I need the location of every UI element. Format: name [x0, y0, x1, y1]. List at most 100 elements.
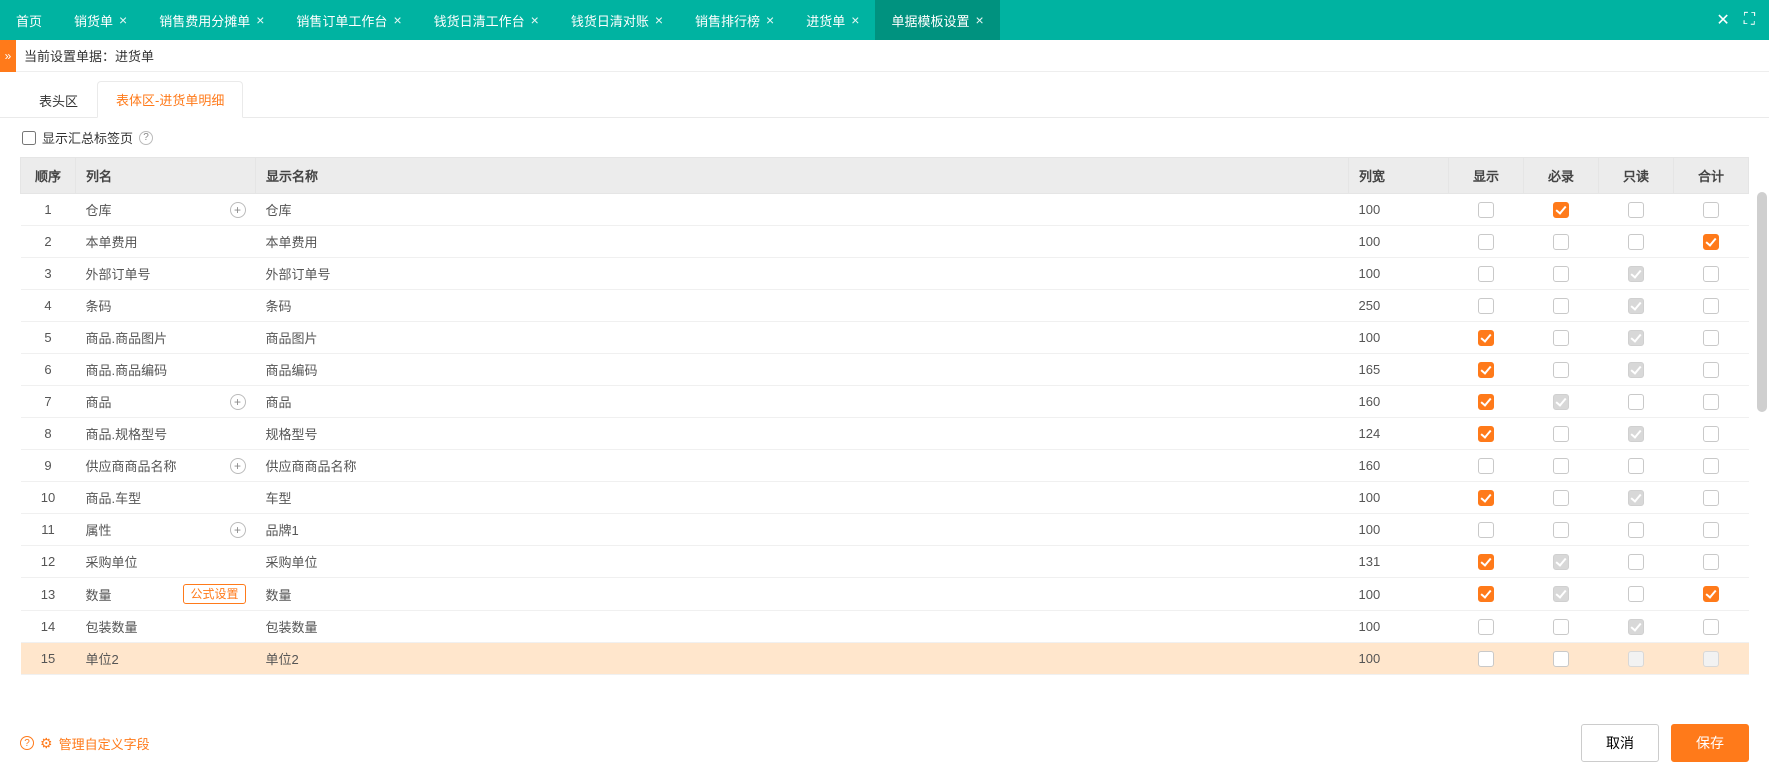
grid-checkbox[interactable]	[1478, 426, 1494, 442]
grid-checkbox[interactable]	[1553, 458, 1569, 474]
show-summary-checkbox[interactable]	[22, 131, 36, 145]
sub-tab-0[interactable]: 表头区	[20, 82, 97, 118]
grid-checkbox[interactable]	[1478, 266, 1494, 282]
table-row[interactable]: 8商品.规格型号规格型号124	[21, 418, 1749, 450]
vertical-scrollbar[interactable]	[1757, 192, 1767, 412]
add-icon[interactable]: +	[230, 458, 246, 474]
cell-width[interactable]: 100	[1349, 514, 1449, 546]
gear-icon[interactable]: ⚙	[40, 735, 53, 752]
grid-checkbox[interactable]	[1478, 234, 1494, 250]
grid-checkbox[interactable]	[1553, 490, 1569, 506]
close-icon[interactable]: ×	[119, 12, 127, 28]
grid-checkbox[interactable]	[1478, 651, 1494, 667]
grid-checkbox[interactable]	[1553, 234, 1569, 250]
grid-checkbox[interactable]	[1703, 202, 1719, 218]
grid-checkbox[interactable]	[1553, 298, 1569, 314]
close-icon[interactable]: ×	[975, 12, 983, 28]
grid-checkbox[interactable]	[1703, 362, 1719, 378]
grid-checkbox[interactable]	[1478, 522, 1494, 538]
save-button[interactable]: 保存	[1671, 724, 1749, 762]
grid-checkbox[interactable]	[1553, 619, 1569, 635]
cell-display[interactable]: 供应商商品名称	[256, 450, 1349, 482]
cell-width[interactable]: 100	[1349, 322, 1449, 354]
close-icon[interactable]: ×	[655, 12, 663, 28]
top-tab-0[interactable]: 首页	[0, 0, 58, 40]
cell-width[interactable]: 100	[1349, 643, 1449, 675]
cell-display[interactable]: 规格型号	[256, 418, 1349, 450]
top-tab-4[interactable]: 钱货日清工作台×	[418, 0, 555, 40]
cell-width[interactable]: 100	[1349, 611, 1449, 643]
grid-checkbox[interactable]	[1553, 522, 1569, 538]
grid-checkbox[interactable]	[1553, 266, 1569, 282]
add-icon[interactable]: +	[230, 522, 246, 538]
grid-checkbox[interactable]	[1628, 522, 1644, 538]
cell-width[interactable]: 100	[1349, 578, 1449, 611]
grid-checkbox[interactable]	[1478, 619, 1494, 635]
cell-width[interactable]: 131	[1349, 546, 1449, 578]
cell-display[interactable]: 仓库	[256, 194, 1349, 226]
close-icon[interactable]: ×	[851, 12, 859, 28]
grid-checkbox[interactable]	[1478, 362, 1494, 378]
cell-display[interactable]: 数量	[256, 578, 1349, 611]
grid-checkbox[interactable]	[1628, 202, 1644, 218]
cell-display[interactable]: 条码	[256, 290, 1349, 322]
grid-checkbox[interactable]	[1553, 362, 1569, 378]
cell-display[interactable]: 外部订单号	[256, 258, 1349, 290]
grid-checkbox[interactable]	[1553, 330, 1569, 346]
fullscreen-icon[interactable]: ⛶	[1744, 11, 1755, 29]
close-icon[interactable]: ×	[531, 12, 539, 28]
grid-checkbox[interactable]	[1628, 458, 1644, 474]
grid-checkbox[interactable]	[1703, 298, 1719, 314]
cell-display[interactable]: 包装数量	[256, 611, 1349, 643]
grid-checkbox[interactable]	[1703, 394, 1719, 410]
table-row[interactable]: 15单位2单位2100	[21, 643, 1749, 675]
table-row[interactable]: 1仓库+仓库100	[21, 194, 1749, 226]
cell-display[interactable]: 本单费用	[256, 226, 1349, 258]
grid-checkbox[interactable]	[1628, 234, 1644, 250]
cell-display[interactable]: 商品图片	[256, 322, 1349, 354]
table-row[interactable]: 13数量公式设置数量100	[21, 578, 1749, 611]
cell-width[interactable]: 160	[1349, 386, 1449, 418]
table-row[interactable]: 5商品.商品图片商品图片100	[21, 322, 1749, 354]
top-tab-7[interactable]: 进货单×	[790, 0, 875, 40]
add-icon[interactable]: +	[230, 394, 246, 410]
cell-display[interactable]: 商品	[256, 386, 1349, 418]
table-row[interactable]: 4条码条码250	[21, 290, 1749, 322]
grid-checkbox[interactable]	[1703, 330, 1719, 346]
grid-checkbox[interactable]	[1703, 619, 1719, 635]
cancel-button[interactable]: 取消	[1581, 724, 1659, 762]
close-icon[interactable]: ×	[256, 12, 264, 28]
cell-display[interactable]: 采购单位	[256, 546, 1349, 578]
close-icon[interactable]: ×	[393, 12, 401, 28]
cell-display[interactable]: 车型	[256, 482, 1349, 514]
top-tab-5[interactable]: 钱货日清对账×	[555, 0, 679, 40]
grid-checkbox[interactable]	[1703, 522, 1719, 538]
table-row[interactable]: 11属性+品牌1100	[21, 514, 1749, 546]
footer-help-icon[interactable]: ?	[20, 736, 34, 750]
table-row[interactable]: 7商品+商品160	[21, 386, 1749, 418]
grid-checkbox[interactable]	[1478, 554, 1494, 570]
top-tab-8[interactable]: 单据模板设置×	[875, 0, 999, 40]
grid-checkbox[interactable]	[1478, 586, 1494, 602]
top-tab-2[interactable]: 销售费用分摊单×	[143, 0, 280, 40]
grid-checkbox[interactable]	[1553, 202, 1569, 218]
table-row[interactable]: 12采购单位采购单位131	[21, 546, 1749, 578]
grid-checkbox[interactable]	[1628, 554, 1644, 570]
close-icon[interactable]: ×	[766, 12, 774, 28]
cell-width[interactable]: 100	[1349, 194, 1449, 226]
top-tab-6[interactable]: 销售排行榜×	[679, 0, 790, 40]
cell-width[interactable]: 250	[1349, 290, 1449, 322]
cell-display[interactable]: 商品编码	[256, 354, 1349, 386]
grid-checkbox[interactable]	[1478, 458, 1494, 474]
grid-checkbox[interactable]	[1553, 426, 1569, 442]
cell-width[interactable]: 124	[1349, 418, 1449, 450]
formula-tag[interactable]: 公式设置	[183, 584, 245, 604]
grid-checkbox[interactable]	[1703, 234, 1719, 250]
top-tab-3[interactable]: 销售订单工作台×	[280, 0, 417, 40]
cell-display[interactable]: 单位2	[256, 643, 1349, 675]
close-all-icon[interactable]: ✕	[1716, 10, 1729, 30]
table-row[interactable]: 10商品.车型车型100	[21, 482, 1749, 514]
grid-checkbox[interactable]	[1703, 458, 1719, 474]
sub-tab-1[interactable]: 表体区-进货单明细	[97, 81, 243, 118]
table-row[interactable]: 3外部订单号外部订单号100	[21, 258, 1749, 290]
